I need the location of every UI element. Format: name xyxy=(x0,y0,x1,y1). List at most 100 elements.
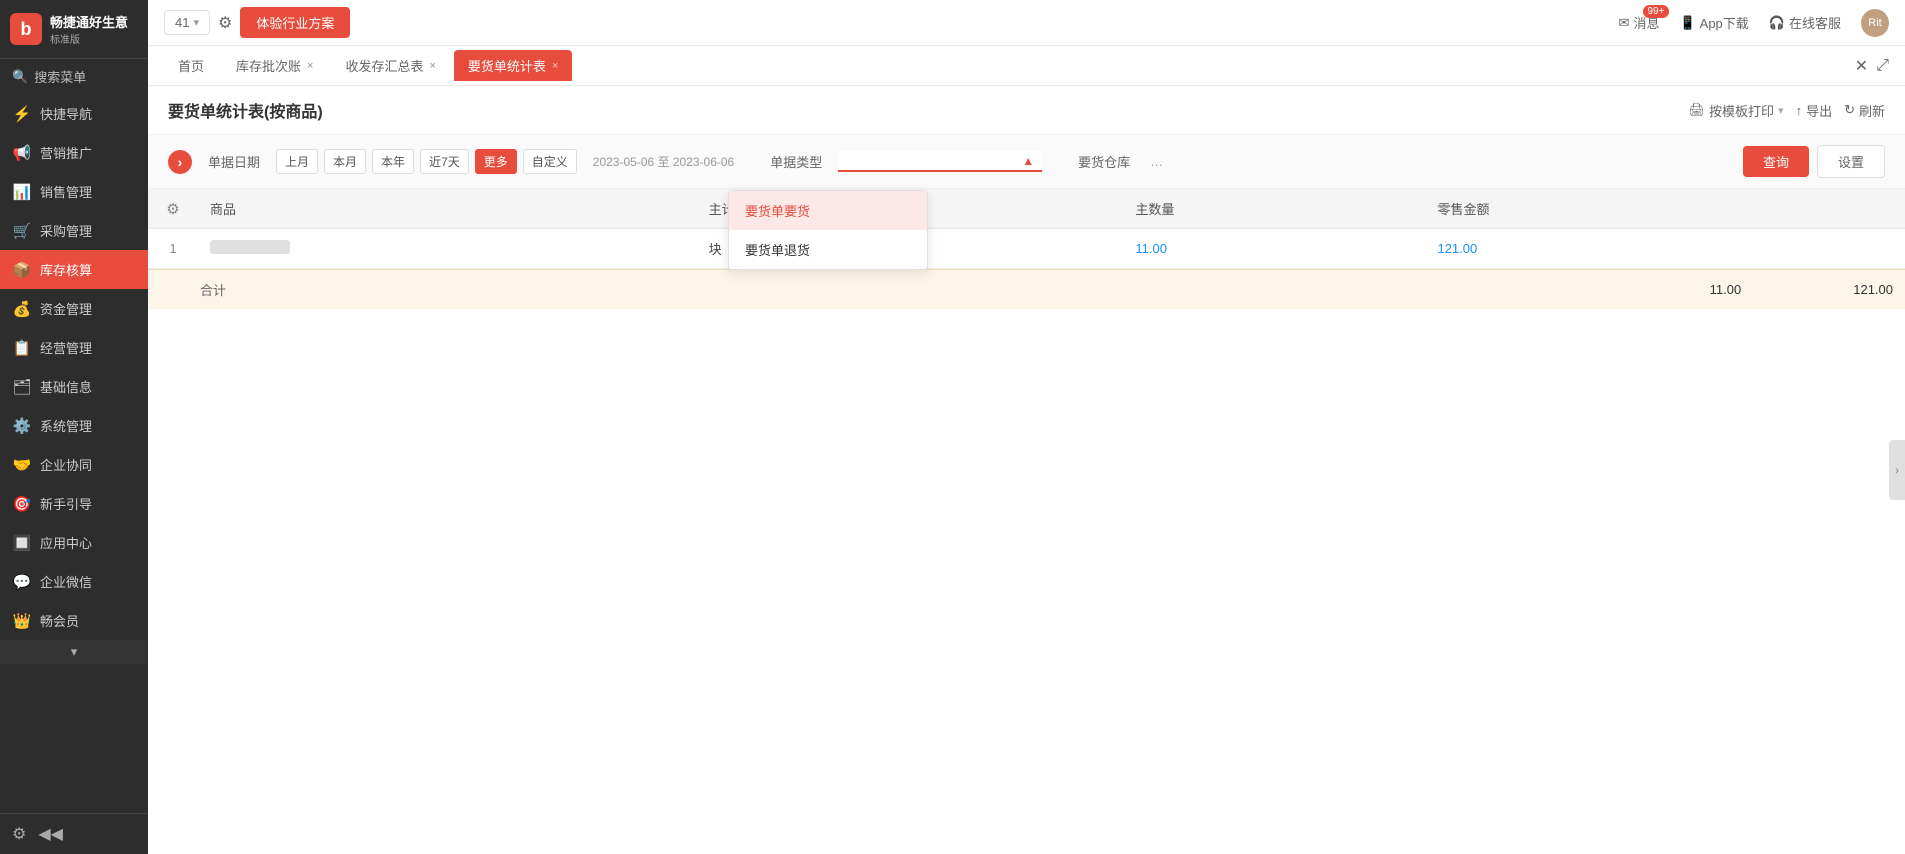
settings-icon[interactable]: ⚙ xyxy=(12,824,26,844)
col-extra xyxy=(1790,189,1905,229)
refresh-btn[interactable]: ↻ 刷新 xyxy=(1844,101,1885,120)
operations-icon: 📋 xyxy=(12,339,32,357)
sidebar-item-label: 应用中心 xyxy=(40,533,92,552)
print-btn[interactable]: 🖨 按模板打印 ▾ xyxy=(1689,101,1784,120)
company-selector[interactable]: 41 ▾ xyxy=(164,10,210,35)
settings-button[interactable]: 设置 xyxy=(1817,145,1885,178)
sidebar-item-enterprise[interactable]: 🤝 企业协同 xyxy=(0,445,148,484)
dropdown-item-order-return[interactable]: 要货单退货 xyxy=(729,230,927,269)
guide-icon: 🎯 xyxy=(12,495,32,513)
sidebar-item-label: 企业微信 xyxy=(40,572,92,591)
search-icon: 🔍 xyxy=(12,69,28,85)
collapse-icon[interactable]: ◀◀ xyxy=(38,824,63,844)
query-button[interactable]: 查询 xyxy=(1743,146,1809,177)
sidebar-item-app-center[interactable]: 🔲 应用中心 xyxy=(0,523,148,562)
date-range-text: 2023-05-06 至 2023-06-06 xyxy=(593,153,734,170)
system-icon: ⚙️ xyxy=(12,417,32,435)
chevron-down-icon: ▾ xyxy=(71,644,78,660)
messages-badge: 99+ xyxy=(1643,5,1670,18)
type-input[interactable] xyxy=(846,153,1022,168)
sidebar-item-basic-info[interactable]: 🗂 基础信息 xyxy=(0,367,148,406)
prev-month-btn[interactable]: 上月 xyxy=(276,149,318,174)
print-icon: 🖨 xyxy=(1689,102,1706,118)
amount-link[interactable]: 121.00 xyxy=(1437,241,1477,256)
current-year-btn[interactable]: 本年 xyxy=(372,149,414,174)
type-label: 单据类型 xyxy=(770,152,822,171)
sidebar-item-finance[interactable]: 💰 资金管理 xyxy=(0,289,148,328)
col-gear[interactable]: ⚙ xyxy=(148,189,198,229)
tab-close-icon[interactable]: × xyxy=(307,60,313,72)
sidebar-item-vip[interactable]: 👑 畅会员 xyxy=(0,601,148,640)
last-7days-btn[interactable]: 近7天 xyxy=(420,149,469,174)
tab-close-icon[interactable]: × xyxy=(552,60,558,72)
custom-btn[interactable]: 自定义 xyxy=(523,149,577,174)
tabs-bar: 首页 库存批次账 × 收发存汇总表 × 要货单统计表 × ✕ ⤢ xyxy=(148,46,1905,86)
sidebar-item-operations[interactable]: 📋 经营管理 xyxy=(0,328,148,367)
sidebar-item-guide[interactable]: 🎯 新手引导 xyxy=(0,484,148,523)
warehouse-label: 要货仓库 xyxy=(1078,152,1130,171)
sales-icon: 📊 xyxy=(12,183,32,201)
qty-link[interactable]: 11.00 xyxy=(1135,241,1167,256)
user-avatar-item[interactable]: Rit xyxy=(1861,9,1889,37)
sidebar-item-sales[interactable]: 📊 销售管理 xyxy=(0,172,148,211)
tab-home[interactable]: 首页 xyxy=(164,50,218,81)
table-row: 1 块 11.00 121.00 xyxy=(148,229,1905,269)
chevron-down-icon: ▾ xyxy=(1778,104,1784,117)
page-content: 要货单统计表(按商品) 🖨 按模板打印 ▾ ↑ 导出 ↻ 刷新 › xyxy=(148,86,1905,854)
sidebar-item-quick-nav[interactable]: ⚡ 快捷导航 xyxy=(0,94,148,133)
row-product xyxy=(198,229,697,269)
brand-text: 畅捷通好生意 标准版 xyxy=(50,12,128,46)
messages-item[interactable]: ✉ 消息 99+ xyxy=(1619,13,1660,32)
trial-industry-button[interactable]: 体验行业方案 xyxy=(240,7,350,38)
table-footer: 合计 11.00 121.00 xyxy=(148,269,1905,309)
online-service-item[interactable]: 🎧 在线客服 xyxy=(1769,13,1841,32)
tab-order-stats[interactable]: 要货单统计表 × xyxy=(454,50,572,81)
app-logo: b xyxy=(10,13,42,45)
expand-icon[interactable]: ⤢ xyxy=(1876,57,1889,75)
type-dropdown: 要货单要货 要货单退货 xyxy=(728,190,928,270)
purchase-icon: 🛒 xyxy=(12,222,32,240)
page-title: 要货单统计表(按商品) xyxy=(168,98,323,122)
data-table: ⚙ 商品 主计量单位 主数量 零售金额 1 块 xyxy=(148,189,1905,269)
filter-expand-button[interactable]: › xyxy=(168,150,192,174)
footer-qty: 11.00 xyxy=(1710,282,1742,297)
filter-actions: 查询 设置 xyxy=(1743,145,1885,178)
table-header-row: ⚙ 商品 主计量单位 主数量 零售金额 xyxy=(148,189,1905,229)
right-collapse-handle[interactable]: › xyxy=(1889,440,1905,500)
vip-icon: 👑 xyxy=(12,612,32,630)
sidebar-item-label: 销售管理 xyxy=(40,182,92,201)
chevron-up-icon[interactable]: ▲ xyxy=(1022,154,1034,168)
sidebar-item-inventory[interactable]: 📦 库存核算 xyxy=(0,250,148,289)
sidebar-item-system[interactable]: ⚙️ 系统管理 xyxy=(0,406,148,445)
sidebar-item-label: 采购管理 xyxy=(40,221,92,240)
filter-bar: › 单据日期 上月 本月 本年 近7天 更多 自定义 2023-05-06 至 … xyxy=(148,135,1905,189)
brand-name: 畅捷通好生意 xyxy=(50,12,128,31)
gear-icon[interactable]: ⚙ xyxy=(166,201,179,218)
sidebar-item-marketing[interactable]: 📢 营销推广 xyxy=(0,133,148,172)
export-btn[interactable]: ↑ 导出 xyxy=(1796,101,1833,120)
tab-inventory-batch[interactable]: 库存批次账 × xyxy=(222,50,327,81)
sidebar-item-purchase[interactable]: 🛒 采购管理 xyxy=(0,211,148,250)
inventory-icon: 📦 xyxy=(12,261,32,279)
basic-info-icon: 🗂 xyxy=(12,378,32,396)
topbar-gear-icon[interactable]: ⚙ xyxy=(218,13,232,33)
sidebar-scroll-down[interactable]: ▾ xyxy=(0,640,148,664)
more-btn[interactable]: 更多 xyxy=(475,149,517,174)
sidebar: b 畅捷通好生意 标准版 🔍 搜索菜单 ⚡ 快捷导航 📢 营销推广 📊 销售管理… xyxy=(0,0,148,854)
sidebar-item-label: 新手引导 xyxy=(40,494,92,513)
sidebar-header: b 畅捷通好生意 标准版 xyxy=(0,0,148,59)
dropdown-item-order-single[interactable]: 要货单要货 xyxy=(729,191,927,230)
tab-close-icon[interactable]: × xyxy=(429,60,435,72)
close-all-tabs-icon[interactable]: ✕ xyxy=(1855,56,1868,76)
sidebar-item-wechat[interactable]: 💬 企业微信 xyxy=(0,562,148,601)
sidebar-search[interactable]: 🔍 搜索菜单 xyxy=(0,59,148,94)
page-header: 要货单统计表(按商品) 🖨 按模板打印 ▾ ↑ 导出 ↻ 刷新 xyxy=(148,86,1905,135)
main-content: 41 ▾ ⚙ 体验行业方案 ✉ 消息 99+ 📱 App下载 🎧 在线客服 xyxy=(148,0,1905,854)
current-month-btn[interactable]: 本月 xyxy=(324,149,366,174)
wechat-icon: 💬 xyxy=(12,573,32,591)
tab-receipt-summary[interactable]: 收发存汇总表 × xyxy=(331,50,449,81)
warehouse-dots-icon[interactable]: … xyxy=(1150,154,1163,169)
app-download-item[interactable]: 📱 App下载 xyxy=(1679,13,1748,32)
row-no: 1 xyxy=(148,229,198,269)
topbar-right: ✉ 消息 99+ 📱 App下载 🎧 在线客服 Rit xyxy=(1619,9,1889,37)
